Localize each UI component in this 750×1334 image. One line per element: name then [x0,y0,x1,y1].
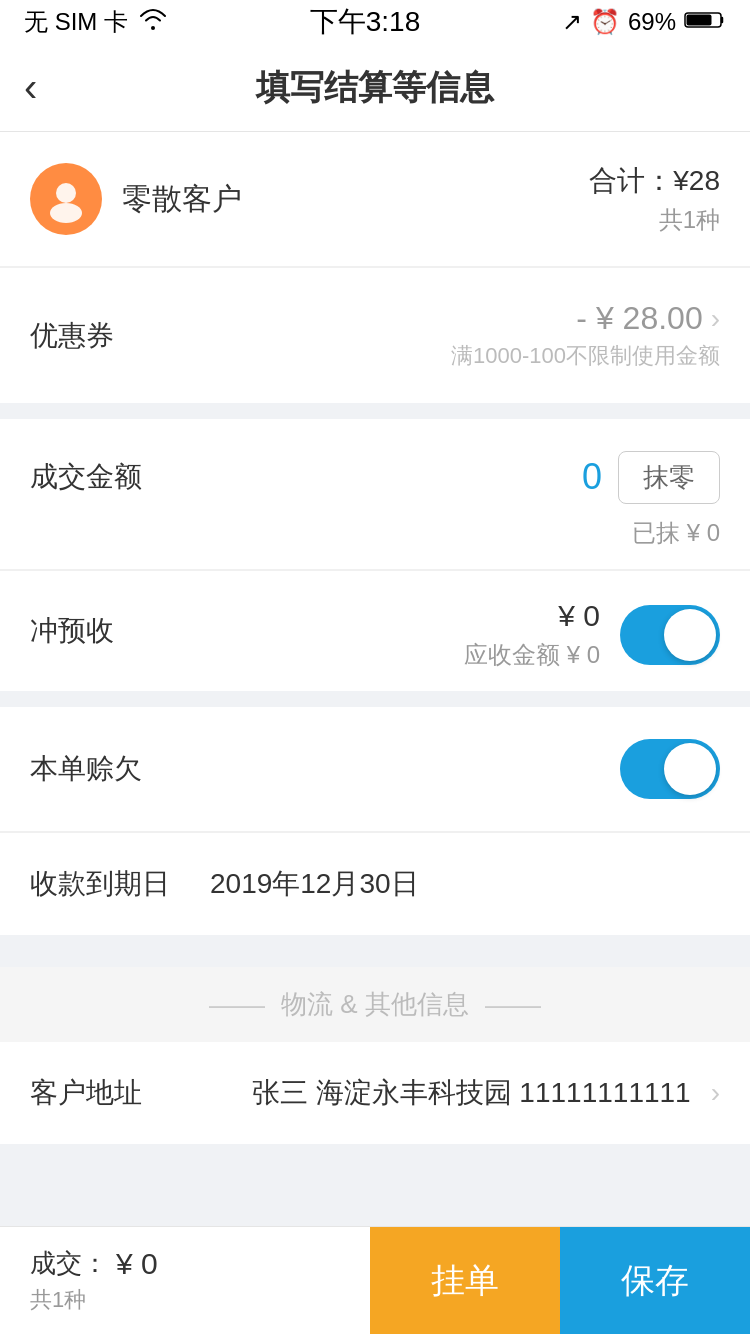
coupon-right: - ¥ 28.00 › 满1000-100不限制使用金额 [451,300,720,371]
footer-info: 成交： ¥ 0 共1种 [0,1227,370,1334]
status-time: 下午3:18 [310,3,421,41]
coupon-row[interactable]: 优惠券 - ¥ 28.00 › 满1000-100不限制使用金额 [0,267,750,403]
deal-amount-section: 成交金额 0 抹零 已抹 ¥ 0 冲预收 ¥ 0 应收金额 ¥ 0 [0,419,750,691]
prepay-right: ¥ 0 应收金额 ¥ 0 [464,599,720,671]
prepay-receivable: 应收金额 ¥ 0 [464,639,600,671]
nav-bar: ‹ 填写结算等信息 [0,44,750,132]
alarm-icon: ⏰ [590,8,620,36]
due-label: 收款到期日 [30,865,170,903]
footer-count: 共1种 [30,1285,340,1315]
address-row[interactable]: 客户地址 张三 海淀永丰科技园 11111111111 › [0,1042,750,1144]
logistics-section: —— 物流 & 其他信息 —— 客户地址 张三 海淀永丰科技园 11111111… [0,967,750,1144]
deal-amount-label: 成交金额 [30,447,142,507]
divider [0,951,750,967]
customer-right: 合计：¥28 共1种 [589,162,720,236]
customer-total: 合计：¥28 [589,162,720,200]
prepay-row: 冲预收 ¥ 0 应收金额 ¥ 0 [0,570,750,691]
location-icon: ↗ [562,8,582,36]
address-label: 客户地址 [30,1074,142,1112]
credit-label: 本单赊欠 [30,750,142,788]
prepay-values: ¥ 0 应收金额 ¥ 0 [464,599,600,671]
round-sub-text: 已抹 ¥ 0 [0,517,750,569]
sim-status: 无 SIM 卡 [24,6,128,38]
status-right: ↗ ⏰ 69% [562,8,726,36]
wifi-icon [138,8,168,36]
customer-left: 零散客户 [30,163,242,235]
status-bar: 无 SIM 卡 下午3:18 ↗ ⏰ 69% [0,0,750,44]
svg-rect-1 [687,15,712,26]
prepay-amount: ¥ 0 [464,599,600,633]
address-chevron-icon: › [711,1077,720,1109]
battery-level: 69% [628,8,676,36]
address-value: 张三 海淀永丰科技园 11111111111 [162,1074,691,1112]
avatar [30,163,102,235]
customer-row: 零散客户 合计：¥28 共1种 [0,132,750,266]
coupon-chevron-icon: › [711,303,720,335]
due-date: 2019年12月30日 [210,865,419,903]
svg-point-2 [56,183,76,203]
credit-section: 本单赊欠 收款到期日 2019年12月30日 [0,707,750,935]
status-left: 无 SIM 卡 [24,6,168,38]
footer: 成交： ¥ 0 共1种 挂单 保存 [0,1226,750,1334]
deal-amount-value: 0 [582,447,602,507]
battery-icon [684,8,726,36]
logistics-header: —— 物流 & 其他信息 —— [0,967,750,1042]
due-row: 收款到期日 2019年12月30日 [0,832,750,935]
coupon-desc: 满1000-100不限制使用金额 [451,341,720,371]
prepay-toggle[interactable] [620,605,720,665]
footer-deal-value: ¥ 0 [116,1247,158,1281]
svg-point-3 [50,203,82,223]
footer-deal-label: 成交： [30,1246,108,1281]
footer-deal: 成交： ¥ 0 [30,1246,340,1281]
customer-name: 零散客户 [122,179,242,220]
credit-row: 本单赊欠 [0,707,750,831]
customer-section: 零散客户 合计：¥28 共1种 优惠券 - ¥ 28.00 › 满1000-10… [0,132,750,403]
amount-row: 成交金额 0 抹零 [0,419,750,517]
page-title: 填写结算等信息 [256,65,494,111]
prepay-label: 冲预收 [30,599,114,663]
address-section: 客户地址 张三 海淀永丰科技园 11111111111 › [0,1042,750,1144]
logistics-title: 物流 & 其他信息 [281,987,469,1022]
back-button[interactable]: ‹ [24,65,37,110]
save-button[interactable]: 保存 [560,1227,750,1334]
credit-toggle[interactable] [620,739,720,799]
amount-right: 0 抹零 [582,447,720,507]
customer-count: 共1种 [589,204,720,236]
hang-button[interactable]: 挂单 [370,1227,560,1334]
round-button[interactable]: 抹零 [618,451,720,504]
coupon-label: 优惠券 [30,317,114,355]
coupon-amount: - ¥ 28.00 [576,300,702,337]
